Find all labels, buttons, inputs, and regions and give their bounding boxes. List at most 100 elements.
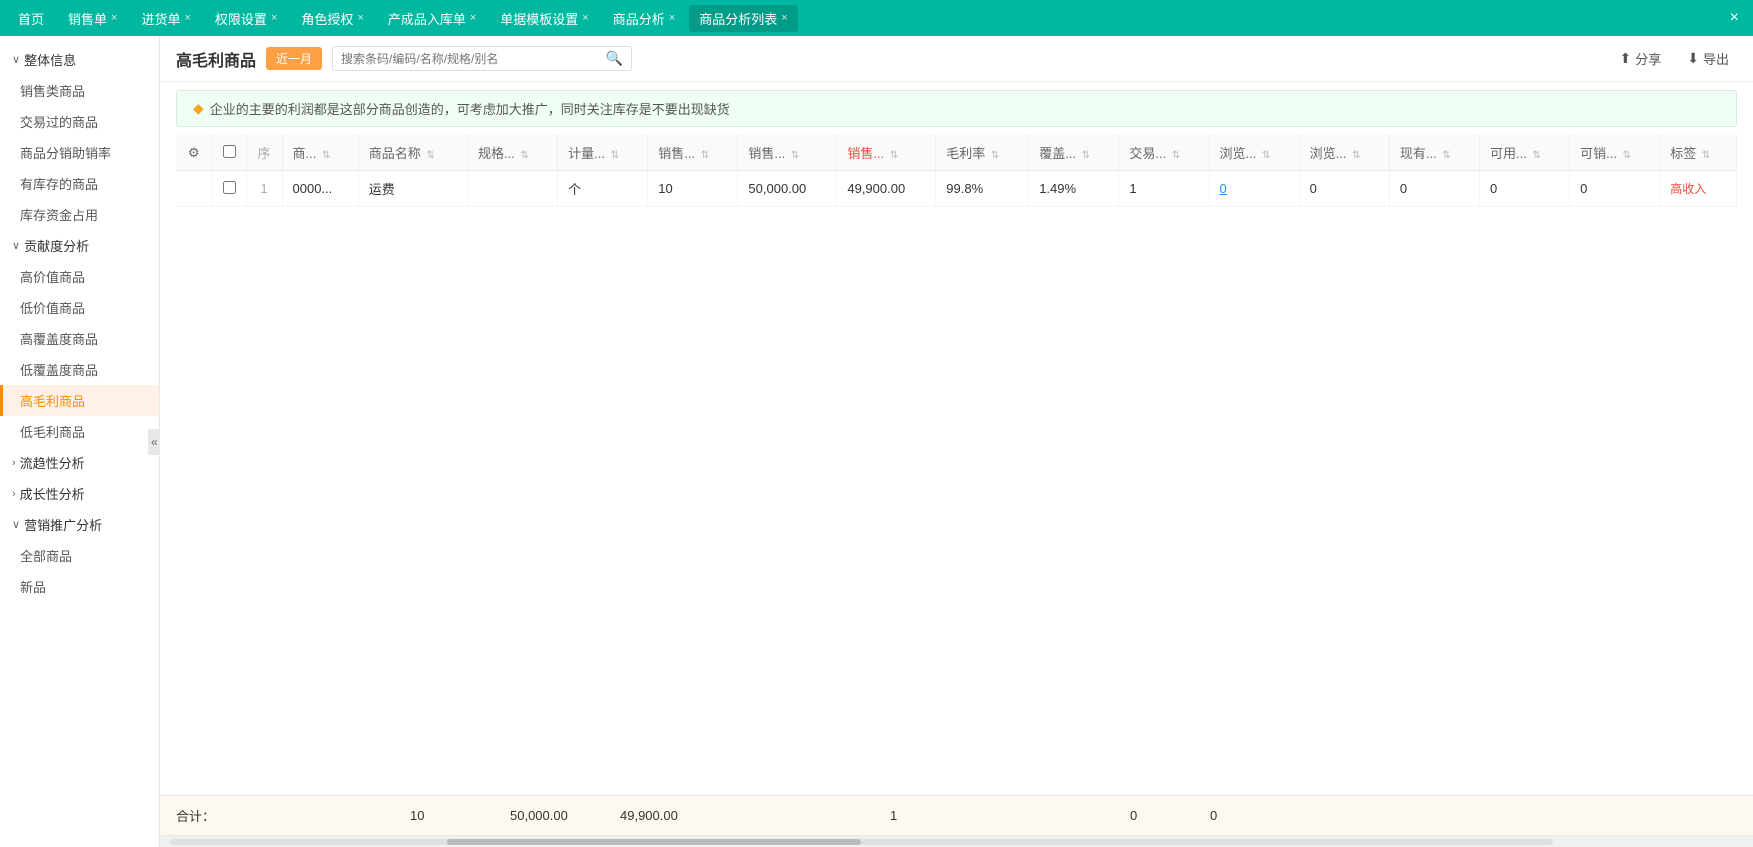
share-button[interactable]: ⬆ 分享 — [1612, 46, 1670, 71]
search-box: 🔍 — [332, 46, 632, 71]
footer-browse1 — [960, 808, 1040, 823]
cell-saleable: 0 — [1570, 171, 1660, 207]
cell-sales1: 10 — [648, 171, 738, 207]
footer-sales1-val: 10 — [400, 808, 500, 823]
content-header: 高毛利商品 近一月 🔍 ⬆ 分享 ⬇ 导出 — [160, 36, 1753, 82]
nav-permission[interactable]: 权限设置 × — [205, 5, 287, 32]
col-sales3[interactable]: 销售... ⇅ — [837, 135, 936, 171]
sidebar-toggle[interactable]: « — [148, 429, 160, 455]
sidebar-group-marketing[interactable]: ∨ 营销推广分析 — [0, 509, 159, 540]
sidebar-item-low-value[interactable]: 低价值商品 — [0, 292, 159, 323]
cell-current: 0 — [1389, 171, 1479, 207]
sidebar: « ∨ 整体信息 销售类商品 交易过的商品 商品分销助销率 有库存的商品 库存资… — [0, 36, 160, 847]
filter-recent-month[interactable]: 近一月 — [266, 47, 322, 70]
footer-trade-val: 1 — [880, 808, 960, 823]
info-banner: ◆ 企业的主要的利润都是这部分商品创造的，可考虑加大推广，同时关注库存是不要出现… — [176, 90, 1737, 127]
close-role-tab[interactable]: × — [357, 12, 363, 24]
search-icon[interactable]: 🔍 — [606, 50, 623, 67]
main-layout: « ∨ 整体信息 销售类商品 交易过的商品 商品分销助销率 有库存的商品 库存资… — [0, 36, 1753, 847]
col-available[interactable]: 可用... ⇅ — [1479, 135, 1569, 171]
export-button[interactable]: ⬇ 导出 — [1679, 46, 1737, 71]
col-sales2[interactable]: 销售... ⇅ — [738, 135, 837, 171]
row-checkbox[interactable] — [223, 181, 236, 194]
horizontal-scrollbar[interactable] — [160, 835, 1753, 847]
top-navigation: 首页 销售单 × 进货单 × 权限设置 × 角色授权 × 产成品入库单 × 单据… — [0, 0, 1753, 36]
nav-template[interactable]: 单据模板设置 × — [490, 5, 598, 32]
cell-trade: 1 — [1119, 171, 1209, 207]
footer-cells: 10 50,000.00 49,900.00 1 0 0 — [320, 808, 1753, 823]
sidebar-group-trend[interactable]: › 流趋性分析 — [0, 447, 159, 478]
footer-current-val: 0 — [1120, 808, 1200, 823]
close-analysis-list-tab[interactable]: × — [781, 12, 787, 24]
sidebar-item-in-stock[interactable]: 有库存的商品 — [0, 168, 159, 199]
cell-sales3: 49,900.00 — [837, 171, 936, 207]
sidebar-group-contribution[interactable]: ∨ 贡献度分析 — [0, 230, 159, 261]
col-unit[interactable]: 计量... ⇅ — [558, 135, 648, 171]
content-area: 高毛利商品 近一月 🔍 ⬆ 分享 ⬇ 导出 ◆ 企业的主要的利润都是这部分商品创… — [160, 36, 1753, 847]
close-template-tab[interactable]: × — [582, 12, 588, 24]
sidebar-item-distribution-rate[interactable]: 商品分销助销率 — [0, 137, 159, 168]
col-coverage[interactable]: 覆盖... ⇅ — [1029, 135, 1119, 171]
close-purchase-tab[interactable]: × — [184, 12, 190, 24]
sidebar-item-low-coverage[interactable]: 低覆盖度商品 — [0, 354, 159, 385]
collapse-icon-growth: › — [12, 488, 16, 500]
nav-purchase[interactable]: 进货单 × — [131, 5, 200, 32]
col-browse2[interactable]: 浏览... ⇅ — [1299, 135, 1389, 171]
nav-role[interactable]: 角色授权 × — [291, 5, 373, 32]
col-settings[interactable]: ⚙ — [176, 135, 212, 171]
close-permission-tab[interactable]: × — [271, 12, 277, 24]
scroll-thumb[interactable] — [447, 839, 862, 845]
close-analysis-tab[interactable]: × — [669, 12, 675, 24]
sidebar-item-new-goods[interactable]: 新品 — [0, 571, 159, 602]
sidebar-item-high-coverage[interactable]: 高覆盖度商品 — [0, 323, 159, 354]
table-header-row: ⚙ 序 商... ⇅ 商品名称 ⇅ 规格... ⇅ 计量... ⇅ 销售... … — [176, 135, 1737, 171]
nav-product-analysis[interactable]: 商品分析 × — [603, 5, 685, 32]
cell-name: 运费 — [358, 171, 467, 207]
col-browse1[interactable]: 浏览... ⇅ — [1209, 135, 1299, 171]
col-gross-rate[interactable]: 毛利率 ⇅ — [936, 135, 1029, 171]
sidebar-item-high-value[interactable]: 高价值商品 — [0, 261, 159, 292]
header-actions: ⬆ 分享 ⬇ 导出 — [1612, 46, 1738, 71]
sidebar-item-high-margin[interactable]: 高毛利商品 — [0, 385, 159, 416]
nav-sales[interactable]: 销售单 × — [58, 5, 127, 32]
col-code[interactable]: 商... ⇅ — [282, 135, 358, 171]
footer-coverage — [800, 808, 880, 823]
collapse-icon-marketing: ∨ — [12, 518, 20, 531]
nav-home[interactable]: 首页 — [8, 5, 54, 32]
select-all-checkbox[interactable] — [223, 145, 236, 158]
col-sales1[interactable]: 销售... ⇅ — [648, 135, 738, 171]
col-current[interactable]: 现有... ⇅ — [1389, 135, 1479, 171]
search-input[interactable] — [341, 52, 600, 66]
sidebar-item-traded-goods[interactable]: 交易过的商品 — [0, 106, 159, 137]
export-icon: ⬇ — [1687, 50, 1699, 67]
sidebar-item-low-margin[interactable]: 低毛利商品 — [0, 416, 159, 447]
footer-total-row: 合计： 10 50,000.00 49,900.00 1 0 0 — [160, 795, 1753, 835]
sidebar-group-growth[interactable]: › 成长性分析 — [0, 478, 159, 509]
sidebar-item-stock-capital[interactable]: 库存资金占用 — [0, 199, 159, 230]
table-row: 1 0000... 运费 个 10 50,000.00 49,900.00 99… — [176, 171, 1737, 207]
close-sales-tab[interactable]: × — [111, 12, 117, 24]
nav-product-inbound[interactable]: 产成品入库单 × — [378, 5, 486, 32]
footer-sales2-val: 50,000.00 — [500, 808, 610, 823]
browse1-link[interactable]: 0 — [1220, 181, 1227, 196]
sidebar-group-overall[interactable]: ∨ 整体信息 — [0, 44, 159, 75]
cell-spec — [467, 171, 557, 207]
tag-label: 高收入 — [1670, 182, 1706, 196]
cell-code: 0000... — [282, 171, 358, 207]
cell-checkbox[interactable] — [212, 171, 246, 207]
close-product-tab[interactable]: × — [470, 12, 476, 24]
footer-available-val: 0 — [1200, 808, 1280, 823]
footer-browse2 — [1040, 808, 1120, 823]
col-spec[interactable]: 规格... ⇅ — [467, 135, 557, 171]
close-all-button[interactable]: × — [1724, 7, 1745, 29]
col-tag[interactable]: 标签 ⇅ — [1660, 135, 1737, 171]
sidebar-item-sales-goods[interactable]: 销售类商品 — [0, 75, 159, 106]
info-text: 企业的主要的利润都是这部分商品创造的，可考虑加大推广，同时关注库存是不要出现缺货 — [210, 99, 730, 118]
col-saleable[interactable]: 可销... ⇅ — [1570, 135, 1660, 171]
cell-sales2: 50,000.00 — [738, 171, 837, 207]
col-name[interactable]: 商品名称 ⇅ — [358, 135, 467, 171]
col-trade[interactable]: 交易... ⇅ — [1119, 135, 1209, 171]
nav-product-analysis-list[interactable]: 商品分析列表 × — [689, 5, 797, 32]
sidebar-item-all-goods[interactable]: 全部商品 — [0, 540, 159, 571]
product-table: ⚙ 序 商... ⇅ 商品名称 ⇅ 规格... ⇅ 计量... ⇅ 销售... … — [176, 135, 1737, 207]
